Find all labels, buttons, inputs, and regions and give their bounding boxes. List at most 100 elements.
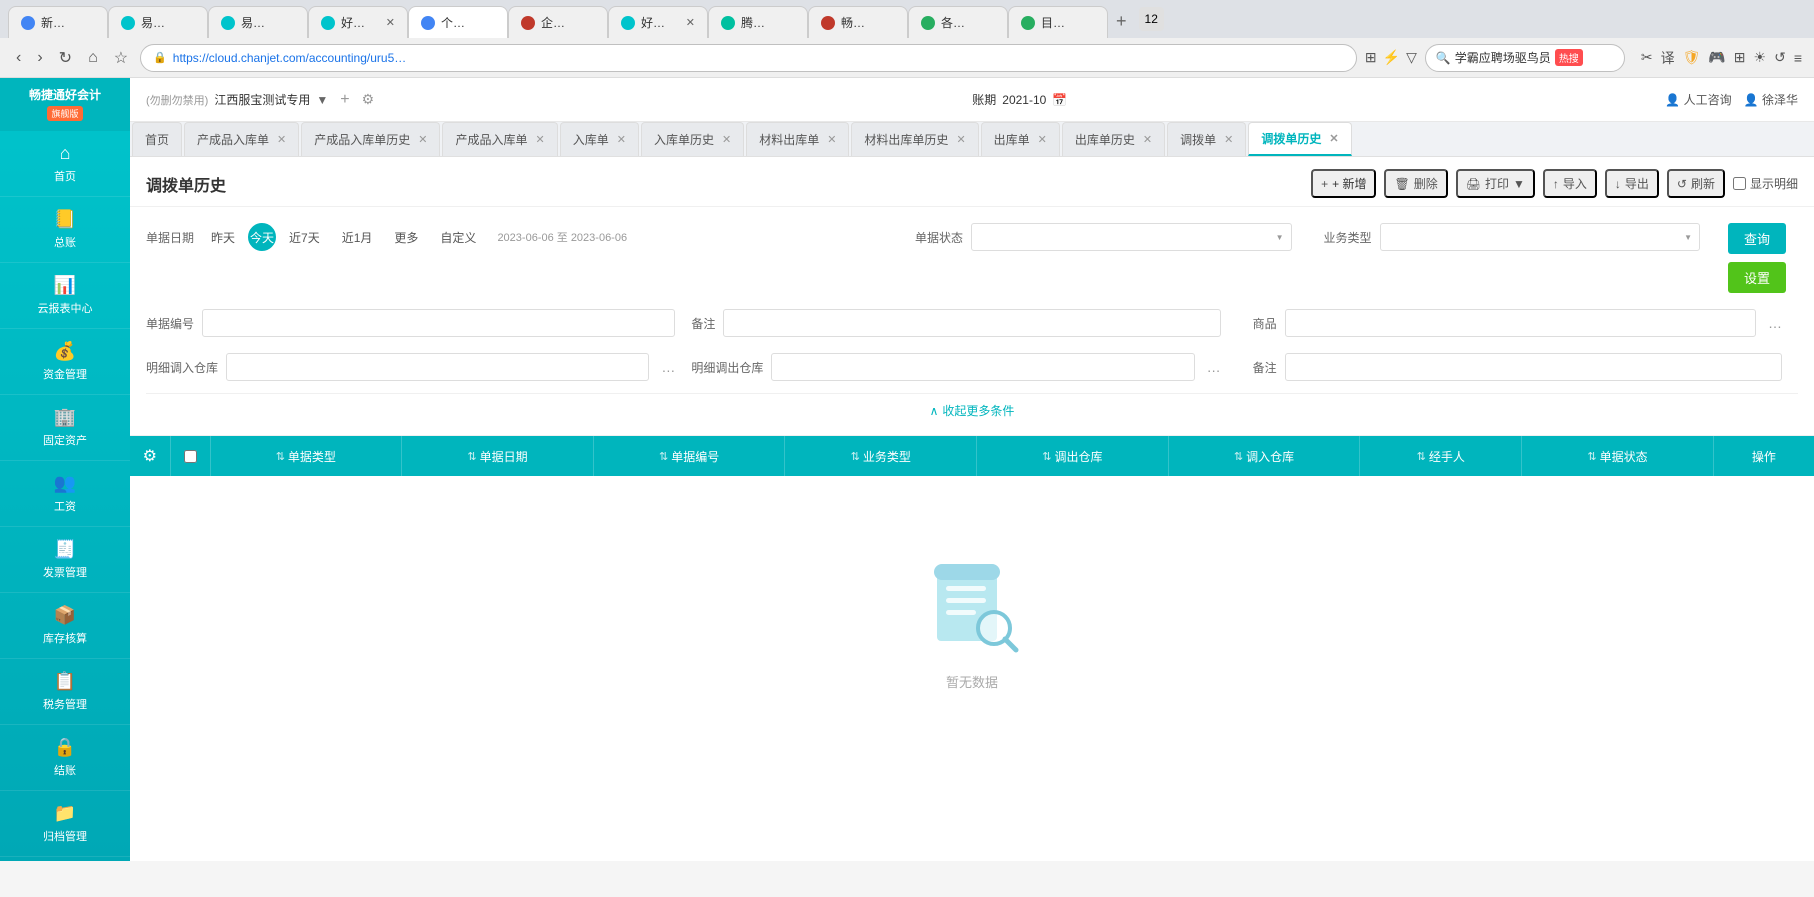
display-toggle-checkbox[interactable] (1733, 177, 1746, 190)
sidebar-item-closing[interactable]: 🔒 结账 (0, 725, 130, 791)
browser-tab-8[interactable]: 腾… (708, 6, 808, 38)
theme-icon[interactable]: ☀ (1754, 49, 1767, 66)
display-toggle[interactable]: 显示明细 (1733, 175, 1798, 192)
sidebar-item-reports[interactable]: 📊 云报表中心 (0, 263, 130, 329)
menu-icon[interactable]: ≡ (1794, 50, 1802, 66)
back-button[interactable]: ‹ (12, 45, 25, 71)
sidebar-item-tax[interactable]: 📋 税务管理 (0, 659, 130, 725)
yesterday-btn[interactable]: 昨天 (202, 225, 244, 250)
detail-out-dots[interactable]: … (1207, 359, 1221, 375)
doc-num-sort[interactable]: 单据编号 (659, 448, 719, 465)
calendar-icon[interactable]: 📅 (1052, 93, 1067, 107)
import-button[interactable]: ↑ 导入 (1543, 169, 1597, 198)
today-btn[interactable]: 今天 (248, 223, 276, 251)
shield-icon[interactable]: 🛡 (1683, 49, 1701, 66)
user-avatar[interactable]: 👤 徐泽华 (1744, 91, 1798, 108)
print-button[interactable]: 🖨 打印 ▼ (1456, 169, 1535, 198)
more-btn[interactable]: 更多 (385, 225, 427, 250)
in-warehouse-sort[interactable]: 调入仓库 (1234, 448, 1294, 465)
product-dots[interactable]: … (1768, 315, 1782, 331)
remark-input[interactable] (723, 309, 1220, 337)
sidebar-item-ledger[interactable]: 📒 总账 (0, 197, 130, 263)
table-settings-icon[interactable]: ⚙ (143, 448, 157, 465)
business-select[interactable] (1380, 223, 1700, 251)
doc-type-sort[interactable]: 单据类型 (276, 448, 336, 465)
sidebar-item-inventory[interactable]: 📦 库存核算 (0, 593, 130, 659)
refresh-button[interactable]: ↻ (55, 44, 76, 72)
header-checkbox[interactable] (179, 450, 202, 463)
doc-status-column-header[interactable]: 单据状态 (1522, 436, 1714, 476)
checkbox-column-header[interactable] (170, 436, 210, 476)
browser-tab-2[interactable]: 易… (108, 6, 208, 38)
new-tab-button[interactable]: + (1108, 4, 1135, 38)
set-button[interactable]: 设置 (1728, 262, 1786, 293)
app-tab-produce-in[interactable]: 产成品入库单 ✕ (184, 122, 299, 156)
detail-in-dots[interactable]: … (661, 359, 675, 375)
remark2-input[interactable] (1285, 353, 1782, 381)
sidebar-item-assets[interactable]: 🏢 固定资产 (0, 395, 130, 461)
delete-button[interactable]: 🗑 删除 (1384, 169, 1447, 198)
in-close[interactable]: ✕ (617, 133, 626, 146)
app-tab-material-out[interactable]: 材料出库单 ✕ (746, 122, 849, 156)
select-all-checkbox[interactable] (184, 450, 197, 463)
7days-btn[interactable]: 近7天 (280, 225, 329, 250)
app-tab-produce-in2[interactable]: 产成品入库单 ✕ (442, 122, 557, 156)
browser-tab-4[interactable]: 好… ✕ (308, 6, 408, 38)
browser-search[interactable]: 🔍 学霸应聘场驱鸟员 热搜 (1425, 44, 1625, 72)
sidebar-logo[interactable]: 畅捷通好会计 旗舰版 (0, 78, 130, 131)
settings-column-header[interactable]: ⚙ (130, 436, 170, 476)
app-tab-transfer-hist[interactable]: 调拨单历史 ✕ (1248, 122, 1351, 156)
collapse-button[interactable]: ∧ 收起更多条件 (930, 402, 1015, 419)
app-tab-produce-in-hist[interactable]: 产成品入库单历史 ✕ (301, 122, 440, 156)
app-tab-material-out-hist[interactable]: 材料出库单历史 ✕ (851, 122, 978, 156)
doc-type-column-header[interactable]: 单据类型 (210, 436, 402, 476)
material-out-hist-close[interactable]: ✕ (956, 133, 965, 146)
add-company-button[interactable]: + (340, 91, 349, 109)
sidebar-item-archive[interactable]: 📁 归档管理 (0, 791, 130, 857)
sidebar-item-home[interactable]: ⌂ 首页 (0, 131, 130, 197)
browser-tab-7[interactable]: 好… ✕ (608, 6, 708, 38)
docnum-input[interactable] (202, 309, 675, 337)
doc-date-sort[interactable]: 单据日期 (467, 448, 527, 465)
in-warehouse-column-header[interactable]: 调入仓库 (1168, 436, 1360, 476)
sidebar-item-funds[interactable]: 💰 资金管理 (0, 329, 130, 395)
browser-tab-5[interactable]: 个… (408, 6, 508, 38)
extensions-icon[interactable]: ⊞ (1365, 49, 1377, 66)
company-selector[interactable]: (勿删勿禁用) 江西服宝测试专用 ▼ (146, 91, 328, 108)
scissors-icon[interactable]: ✂ (1641, 49, 1653, 66)
product-input[interactable] (1285, 309, 1756, 337)
query-button[interactable]: 查询 (1728, 223, 1786, 254)
refresh-button[interactable]: ↺ 刷新 (1667, 169, 1725, 198)
produce-in2-close[interactable]: ✕ (536, 133, 545, 146)
home-button[interactable]: ⌂ (84, 45, 102, 71)
handler-column-header[interactable]: 经手人 (1360, 436, 1522, 476)
out-warehouse-column-header[interactable]: 调出仓库 (977, 436, 1169, 476)
transfer-hist-close[interactable]: ✕ (1329, 132, 1338, 145)
business-type-column-header[interactable]: 业务类型 (785, 436, 977, 476)
out-warehouse-sort[interactable]: 调出仓库 (1042, 448, 1102, 465)
app-tab-in-hist[interactable]: 入库单历史 ✕ (641, 122, 744, 156)
material-out-close[interactable]: ✕ (827, 133, 836, 146)
handler-sort[interactable]: 经手人 (1417, 448, 1465, 465)
out-close[interactable]: ✕ (1038, 133, 1047, 146)
history-icon[interactable]: ↺ (1774, 49, 1786, 66)
doc-num-column-header[interactable]: 单据编号 (593, 436, 785, 476)
browser-tab-9[interactable]: 畅… (808, 6, 908, 38)
app-tab-out-hist[interactable]: 出库单历史 ✕ (1062, 122, 1165, 156)
more-icon[interactable]: ▽ (1406, 49, 1417, 66)
1month-btn[interactable]: 近1月 (333, 225, 382, 250)
app-tab-in[interactable]: 入库单 ✕ (560, 122, 639, 156)
produce-in-close[interactable]: ✕ (277, 133, 286, 146)
custom-btn[interactable]: 自定义 (431, 225, 485, 250)
sidebar-item-settings[interactable]: ⚙ 基础设置 (0, 857, 130, 861)
transfer-close[interactable]: ✕ (1224, 133, 1233, 146)
service-link[interactable]: 👤 人工咨询 (1665, 91, 1731, 108)
doc-date-column-header[interactable]: 单据日期 (402, 436, 594, 476)
sidebar-item-payroll[interactable]: 👥 工资 (0, 461, 130, 527)
detail-out-input[interactable] (771, 353, 1194, 381)
browser-tab-6[interactable]: 企… (508, 6, 608, 38)
browser-tab-11[interactable]: 目… (1008, 6, 1108, 38)
doc-status-sort[interactable]: 单据状态 (1587, 448, 1647, 465)
topbar-settings-icon[interactable]: ⚙ (362, 91, 375, 108)
browser-tab-10[interactable]: 各… (908, 6, 1008, 38)
